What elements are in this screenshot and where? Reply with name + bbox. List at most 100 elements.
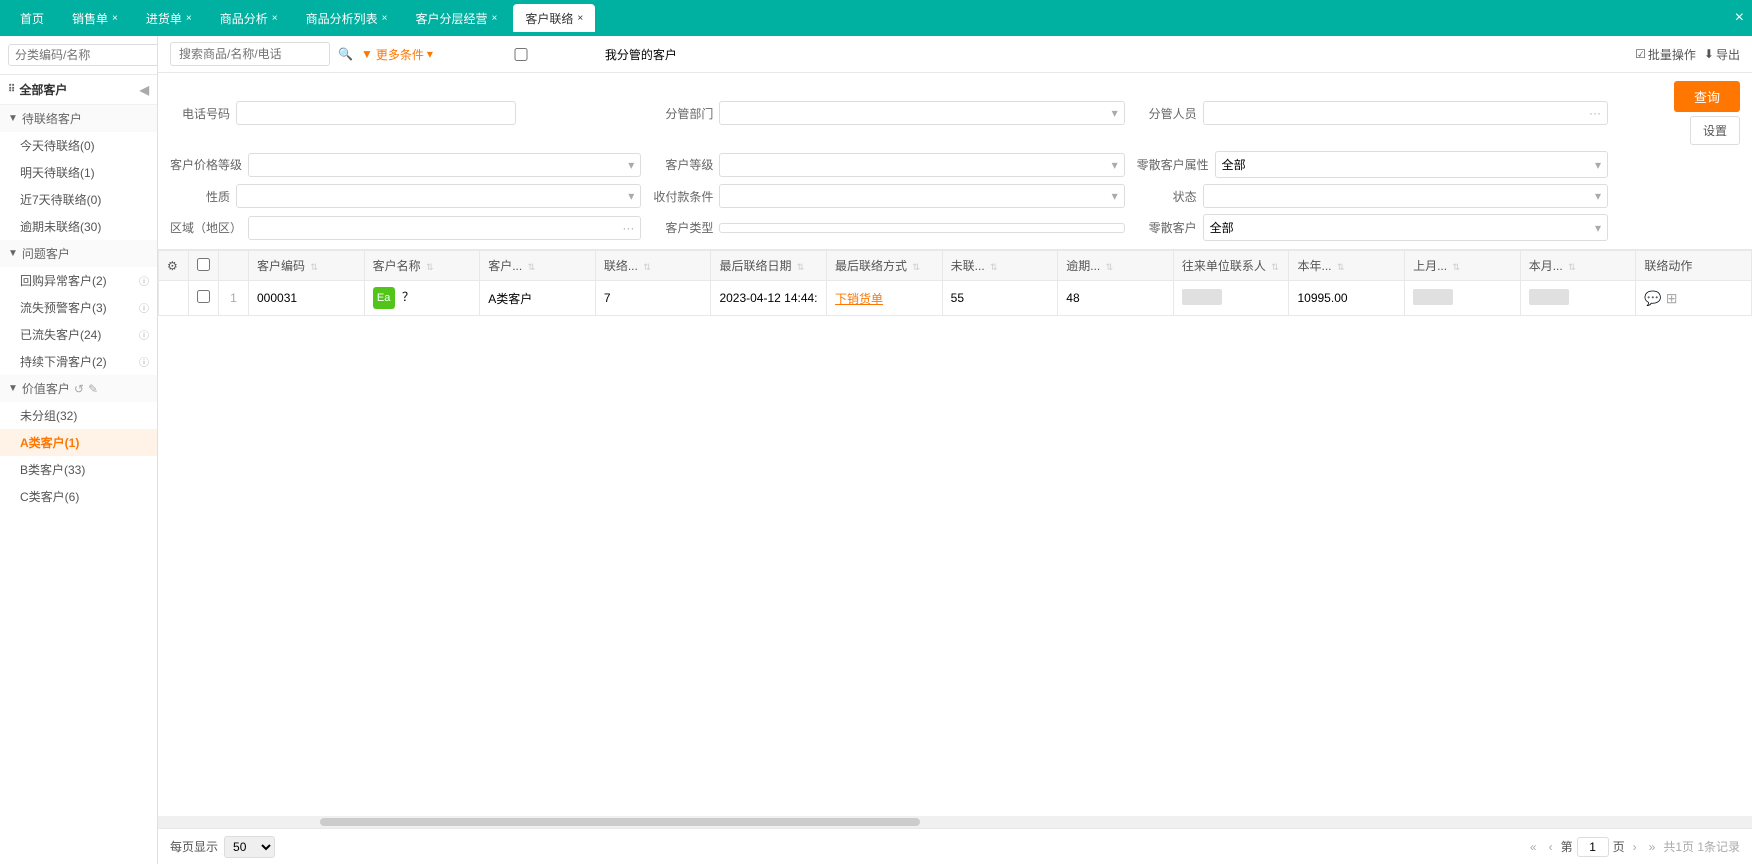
nature-select[interactable]: ▾ [236,184,641,208]
close-all-button[interactable]: × [1735,9,1744,27]
th-unit-contact[interactable]: 往来单位联系人 ⇅ [1173,251,1289,281]
nav-tab-analysis-close[interactable]: × [272,13,278,24]
td-last-method[interactable]: 下销货单 [827,281,943,316]
th-last-method[interactable]: 最后联络方式 ⇅ [827,251,943,281]
sort-contact-icon[interactable]: ⇅ [643,262,651,272]
value-edit-icon[interactable]: ✎ [88,382,98,396]
settings-button[interactable]: 设置 [1690,116,1740,145]
sort-name-icon[interactable]: ⇅ [426,262,434,272]
sidebar-group-problem-label: 问题客户 [22,245,70,262]
nav-tab-customer-segment-close[interactable]: × [491,13,497,24]
more-conditions-button[interactable]: ▼ 更多条件 ▾ [361,46,433,63]
nav-home[interactable]: 首页 [8,4,56,32]
sort-last-method-icon[interactable]: ⇅ [912,262,920,272]
horizontal-scrollbar[interactable] [158,816,1752,828]
sidebar-item-churn-warning[interactable]: 流失预警客户(3) ⓘ [0,294,157,321]
retail-select[interactable]: 全部 ▾ [1203,214,1608,241]
dept-select[interactable]: ▾ [719,101,1124,125]
phone-input[interactable] [236,101,516,125]
sidebar-search-input[interactable] [8,44,158,66]
next-page-button[interactable]: › [1629,840,1641,854]
nav-tab-customer-segment[interactable]: 客户分层经营 × [403,4,509,32]
row-checkbox[interactable] [197,290,210,303]
th-name[interactable]: 客户名称 ⇅ [364,251,480,281]
sidebar-item-declining[interactable]: 持续下滑客户(2) ⓘ [0,348,157,375]
scroll-thumb[interactable] [320,818,920,826]
search-input[interactable] [170,42,330,66]
retail-value: 全部 [1210,219,1234,236]
sort-overdue-icon[interactable]: ⇅ [1106,262,1114,272]
sidebar-item-overdue[interactable]: 逾期未联络(30) [0,213,157,240]
nav-tab-analysis-list-close[interactable]: × [382,13,388,24]
sidebar-item-unclassified[interactable]: 未分组(32) [0,402,157,429]
gear-icon[interactable]: ⚙ [167,259,178,273]
th-category[interactable]: 客户... ⇅ [480,251,596,281]
nav-tab-purchase-close[interactable]: × [186,13,192,24]
manager-select[interactable]: ··· [1203,101,1608,125]
last-page-button[interactable]: » [1645,840,1660,854]
batch-op-button[interactable]: ☑ 批量操作 [1635,46,1696,63]
th-code[interactable]: 客户编码 ⇅ [249,251,365,281]
prev-page-button[interactable]: ‹ [1545,840,1557,854]
sort-last-month-icon[interactable]: ⇅ [1452,262,1460,272]
th-this-year[interactable]: 本年... ⇅ [1289,251,1405,281]
nav-tab-sales-close[interactable]: × [112,13,118,24]
nav-tab-purchase[interactable]: 进货单 × [134,4,204,32]
sort-this-year-icon[interactable]: ⇅ [1337,262,1345,272]
sidebar-item-7days[interactable]: 近7天待联络(0) [0,186,157,213]
sidebar-item-churned-label: 已流失客户(24) [20,326,101,343]
chat-icon[interactable]: 💬 [1644,290,1661,307]
retail-attr-select[interactable]: 全部 ▾ [1215,151,1608,178]
sidebar-group-value[interactable]: ▼ 价值客户 ↺ ✎ [0,375,157,402]
search-button[interactable]: 🔍 [338,47,353,61]
sort-uncontact-icon[interactable]: ⇅ [990,262,998,272]
nav-tab-analysis[interactable]: 商品分析 × [208,4,290,32]
sidebar-item-class-a[interactable]: A类客户(1) [0,429,157,456]
sort-unit-contact-icon[interactable]: ⇅ [1271,262,1279,272]
td-unit-contact [1173,281,1289,316]
region-select[interactable]: ··· [248,216,641,240]
sidebar-item-tomorrow[interactable]: 明天待联络(1) [0,159,157,186]
sort-this-month-icon[interactable]: ⇅ [1568,262,1576,272]
th-uncontact[interactable]: 未联... ⇅ [942,251,1058,281]
query-button[interactable]: 查询 [1674,81,1740,112]
sort-category-icon[interactable]: ⇅ [528,262,536,272]
value-refresh-icon[interactable]: ↺ [74,382,84,396]
sort-last-date-icon[interactable]: ⇅ [797,262,805,272]
per-page-select[interactable]: 50 100 200 [224,836,275,858]
last-method-link[interactable]: 下销货单 [835,292,883,306]
qr-icon[interactable]: ⊞ [1666,290,1678,307]
payment-select[interactable]: ▾ [719,184,1124,208]
sidebar-collapse-icon[interactable]: ◀ [140,83,149,97]
th-overdue[interactable]: 逾期... ⇅ [1058,251,1174,281]
price-level-select[interactable]: ▾ [248,153,641,177]
export-button[interactable]: ⬇ 导出 [1704,46,1740,63]
sidebar-item-class-b[interactable]: B类客户(33) [0,456,157,483]
select-all-checkbox[interactable] [197,258,210,271]
my-customers-checkbox-area[interactable]: 我分管的客户 [441,46,677,63]
nav-tab-analysis-list[interactable]: 商品分析列表 × [294,4,400,32]
sidebar-item-repurchase-abnormal[interactable]: 回购异常客户(2) ⓘ [0,267,157,294]
th-gear[interactable]: ⚙ [159,251,189,281]
nav-tab-customer-contact[interactable]: 客户联络 × [513,4,595,32]
customer-type-select[interactable] [719,223,1124,233]
td-last-month [1405,281,1521,316]
sidebar-group-pending[interactable]: ▼ 待联络客户 [0,105,157,132]
status-select[interactable]: ▾ [1203,184,1608,208]
sidebar-item-today[interactable]: 今天待联络(0) [0,132,157,159]
th-contact[interactable]: 联络... ⇅ [595,251,711,281]
th-this-month[interactable]: 本月... ⇅ [1520,251,1636,281]
nav-tab-customer-contact-close[interactable]: × [577,13,583,24]
page-number-input[interactable] [1577,837,1609,857]
nav-tab-sales[interactable]: 销售单 × [60,4,130,32]
sidebar-item-class-c[interactable]: C类客户(6) [0,483,157,510]
first-page-button[interactable]: « [1526,840,1541,854]
th-last-month[interactable]: 上月... ⇅ [1405,251,1521,281]
my-customers-checkbox[interactable] [441,48,601,61]
th-last-date[interactable]: 最后联络日期 ⇅ [711,251,827,281]
sidebar-group-problem[interactable]: ▼ 问题客户 [0,240,157,267]
sort-code-icon[interactable]: ⇅ [310,262,318,272]
sidebar-item-churned[interactable]: 已流失客户(24) ⓘ [0,321,157,348]
sidebar-all-customers[interactable]: ⠿ 全部客户 ◀ [0,75,157,105]
customer-level-select[interactable]: ▾ [719,153,1124,177]
